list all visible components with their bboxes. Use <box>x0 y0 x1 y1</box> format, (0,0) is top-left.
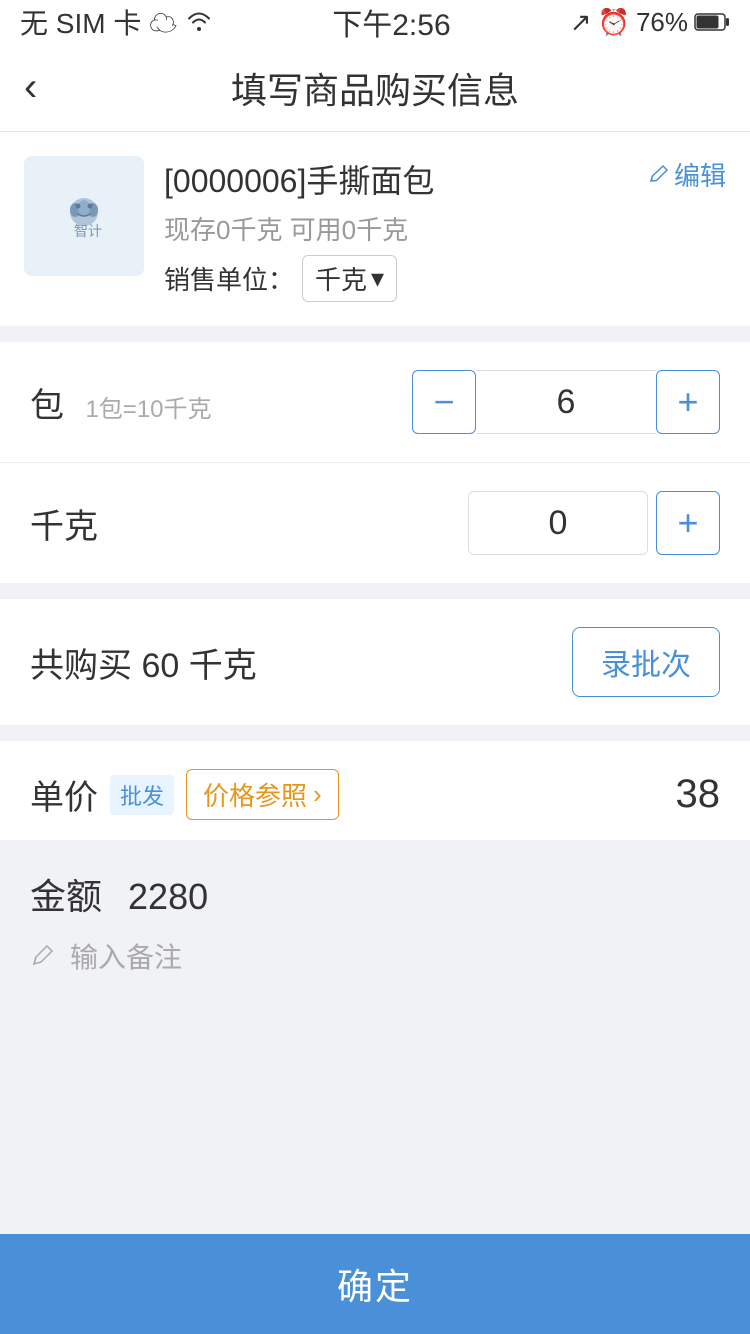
pencil-icon <box>30 942 58 970</box>
price-value: 38 <box>676 772 721 817</box>
page-title: 填写商品购买信息 <box>231 62 519 114</box>
status-left: 无 SIM 卡 ☁ <box>20 2 213 42</box>
svg-text:智计: 智计 <box>74 223 102 239</box>
kilogram-qty-input[interactable] <box>468 491 648 555</box>
package-row: 包 1包=10千克 − + <box>0 342 750 463</box>
sim-status: 无 SIM 卡 ☁ <box>20 2 177 42</box>
status-time: 下午2:56 <box>332 0 450 44</box>
product-card: 智计 [0000006]手撕面包 编辑 现存0千克 可用0千克 销售单位： 千克… <box>0 132 750 326</box>
price-ref-arrow: › <box>313 779 322 810</box>
nav-bar: ‹ 填写商品购买信息 <box>0 44 750 132</box>
status-right: ↗ ⏰ 76% <box>570 7 730 38</box>
price-label: 单价 <box>30 770 98 819</box>
package-section: 包 1包=10千克 − + 千克 + <box>0 342 750 583</box>
kilogram-row: 千克 + <box>0 463 750 583</box>
package-plus-button[interactable]: + <box>656 370 720 434</box>
dropdown-arrow: ▾ <box>371 263 384 294</box>
note-row[interactable]: 输入备注 <box>30 936 720 976</box>
product-unit: 销售单位： 千克 ▾ <box>164 255 726 302</box>
back-button[interactable]: ‹ <box>24 65 37 110</box>
price-row: 单价 批发 价格参照 › 38 <box>30 769 720 820</box>
product-thumbnail: 智计 <box>24 156 144 276</box>
kilogram-label: 千克 <box>30 499 468 548</box>
product-info: [0000006]手撕面包 编辑 现存0千克 可用0千克 销售单位： 千克 ▾ <box>164 156 726 302</box>
status-bar: 无 SIM 卡 ☁ 下午2:56 ↗ ⏰ 76% <box>0 0 750 44</box>
gps-icon: ↗ <box>570 7 592 38</box>
total-label: 共购买 60 千克 <box>30 638 257 687</box>
edit-button[interactable]: 编辑 <box>648 156 726 193</box>
battery-icon <box>694 7 730 38</box>
batch-tag: 批发 <box>110 775 174 815</box>
package-hint: 1包=10千克 <box>85 396 211 423</box>
batch-button[interactable]: 录批次 <box>572 627 720 697</box>
package-qty-control: − + <box>412 370 720 434</box>
price-left: 单价 批发 价格参照 › <box>30 769 339 820</box>
package-label: 包 1包=10千克 <box>30 378 412 427</box>
price-section: 单价 批发 价格参照 › 38 金额 2280 输入备注 <box>0 741 750 1004</box>
product-name: [0000006]手撕面包 <box>164 156 434 202</box>
price-ref-button[interactable]: 价格参照 › <box>186 769 339 820</box>
amount-value: 2280 <box>128 876 208 917</box>
total-row: 共购买 60 千克 录批次 <box>0 599 750 725</box>
alarm-icon: ⏰ <box>598 7 630 38</box>
confirm-button[interactable]: 确定 <box>0 1234 750 1334</box>
package-minus-button[interactable]: − <box>412 370 476 434</box>
amount-row: 金额 2280 <box>30 868 720 920</box>
amount-section: 金额 2280 输入备注 <box>0 840 750 1004</box>
note-placeholder: 输入备注 <box>70 936 182 976</box>
package-qty-input[interactable] <box>476 370 656 434</box>
battery-text: 76% <box>636 7 688 38</box>
wifi-icon <box>185 6 213 38</box>
amount-label: 金额 <box>30 876 102 917</box>
kilogram-plus-button[interactable]: + <box>656 491 720 555</box>
kilogram-qty-control: + <box>468 491 720 555</box>
product-stock: 现存0千克 可用0千克 <box>164 210 726 247</box>
unit-select[interactable]: 千克 ▾ <box>302 255 397 302</box>
